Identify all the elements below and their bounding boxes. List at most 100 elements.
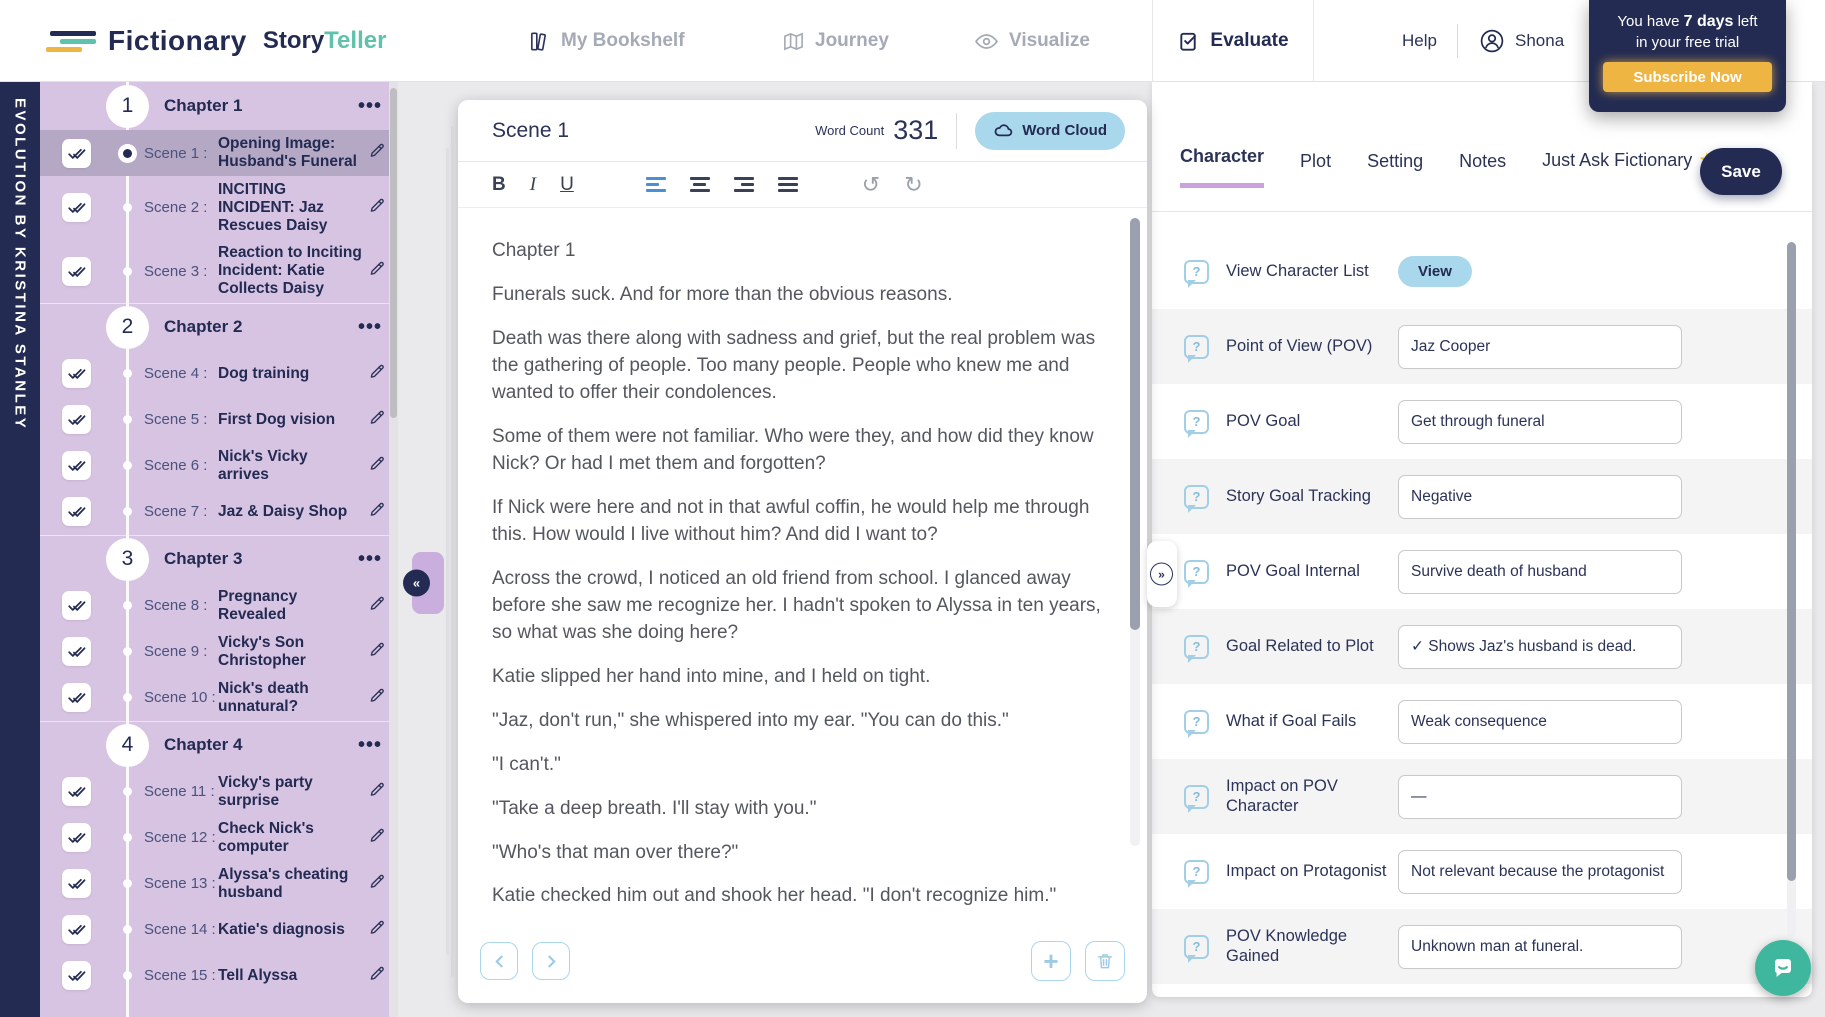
scene-checkbox[interactable] bbox=[62, 193, 91, 222]
help-tooltip-icon[interactable]: ? bbox=[1184, 860, 1209, 884]
scene-row[interactable]: Scene 9 :Vicky's Son Christopher bbox=[40, 629, 398, 675]
collapse-sidebar-toggle[interactable]: « bbox=[412, 552, 444, 614]
scene-checkbox[interactable] bbox=[62, 961, 91, 990]
help-tooltip-icon[interactable]: ? bbox=[1184, 560, 1209, 584]
scene-edit-button[interactable] bbox=[368, 408, 386, 431]
underline-button[interactable]: U bbox=[560, 174, 574, 196]
scene-row[interactable]: Scene 8 :Pregnancy Revealed bbox=[40, 583, 398, 629]
nav-user-menu[interactable]: Shona bbox=[1479, 0, 1564, 82]
nav-my-bookshelf[interactable]: My Bookshelf bbox=[528, 0, 685, 82]
scene-checkbox[interactable] bbox=[62, 915, 91, 944]
scene-edit-button[interactable] bbox=[368, 142, 386, 165]
italic-button[interactable]: I bbox=[530, 174, 536, 196]
scene-row[interactable]: Scene 6 :Nick's Vicky arrives bbox=[40, 443, 398, 489]
scene-row[interactable]: Scene 4 :Dog training bbox=[40, 351, 398, 397]
justify-button[interactable] bbox=[778, 177, 798, 192]
manuscript-text[interactable]: Chapter 1Funerals suck. And for more tha… bbox=[458, 210, 1121, 919]
scene-row[interactable]: Scene 11 :Vicky's party surprise bbox=[40, 769, 398, 815]
scene-checkbox[interactable] bbox=[62, 139, 91, 168]
scene-edit-button[interactable] bbox=[368, 500, 386, 523]
next-scene-button[interactable] bbox=[532, 942, 570, 980]
scene-edit-button[interactable] bbox=[368, 640, 386, 663]
scene-row[interactable]: Scene 5 :First Dog vision bbox=[40, 397, 398, 443]
tab-notes[interactable]: Notes bbox=[1459, 151, 1506, 188]
scene-edit-button[interactable] bbox=[368, 780, 386, 803]
word-cloud-button[interactable]: Word Cloud bbox=[975, 112, 1125, 150]
scene-edit-button[interactable] bbox=[368, 196, 386, 219]
field-input[interactable] bbox=[1398, 850, 1682, 894]
sidebar-scrollbar[interactable] bbox=[389, 82, 398, 1017]
scene-row[interactable]: Scene 2 :INCITING INCIDENT: Jaz Rescues … bbox=[40, 176, 398, 239]
scene-row[interactable]: Scene 15 :Tell Alyssa bbox=[40, 953, 398, 999]
nav-journey[interactable]: Journey bbox=[782, 0, 889, 82]
scene-edit-button[interactable] bbox=[368, 686, 386, 709]
help-tooltip-icon[interactable]: ? bbox=[1184, 635, 1209, 659]
bold-button[interactable]: B bbox=[492, 174, 506, 196]
scene-edit-button[interactable] bbox=[368, 964, 386, 987]
sidebar-scrollbar-thumb[interactable] bbox=[390, 88, 397, 418]
subscribe-now-button[interactable]: Subscribe Now bbox=[1603, 62, 1772, 92]
scene-checkbox[interactable] bbox=[62, 823, 91, 852]
nav-help[interactable]: Help bbox=[1402, 0, 1437, 82]
view-character-list-button[interactable]: View bbox=[1398, 256, 1472, 287]
tab-setting[interactable]: Setting bbox=[1367, 151, 1423, 188]
chapter-row[interactable]: 4Chapter 4••• bbox=[40, 721, 398, 769]
brand[interactable]: Fictionary StoryTeller bbox=[46, 0, 386, 82]
align-center-button[interactable] bbox=[690, 177, 710, 192]
panel-scrollbar[interactable] bbox=[1787, 242, 1796, 937]
field-input[interactable] bbox=[1398, 325, 1682, 369]
field-input[interactable] bbox=[1398, 550, 1682, 594]
scene-row[interactable]: Scene 13 :Alyssa's cheating husband bbox=[40, 861, 398, 907]
scene-checkbox[interactable] bbox=[62, 869, 91, 898]
add-scene-button[interactable]: + bbox=[1031, 941, 1071, 981]
collapse-panel-toggle[interactable]: » bbox=[1147, 541, 1177, 607]
scene-checkbox[interactable] bbox=[62, 591, 91, 620]
chapter-row[interactable]: 1Chapter 1••• bbox=[40, 82, 398, 130]
scene-edit-button[interactable] bbox=[368, 594, 386, 617]
align-right-button[interactable] bbox=[734, 177, 754, 192]
scene-row[interactable]: Scene 10 :Nick's death unnatural? bbox=[40, 675, 398, 721]
chapter-menu-button[interactable]: ••• bbox=[358, 101, 382, 111]
scene-checkbox[interactable] bbox=[62, 683, 91, 712]
tab-plot[interactable]: Plot bbox=[1300, 151, 1331, 188]
help-tooltip-icon[interactable]: ? bbox=[1184, 335, 1209, 359]
help-tooltip-icon[interactable]: ? bbox=[1184, 710, 1209, 734]
field-input[interactable] bbox=[1398, 775, 1682, 819]
nav-visualize[interactable]: Visualize bbox=[974, 0, 1090, 82]
help-tooltip-icon[interactable]: ? bbox=[1184, 785, 1209, 809]
scene-checkbox[interactable] bbox=[62, 257, 91, 286]
chapter-menu-button[interactable]: ••• bbox=[358, 740, 382, 750]
editor-scrollbar[interactable] bbox=[1130, 218, 1140, 846]
scene-edit-button[interactable] bbox=[368, 826, 386, 849]
help-tooltip-icon[interactable]: ? bbox=[1184, 485, 1209, 509]
scene-checkbox[interactable] bbox=[62, 637, 91, 666]
scene-row-selected[interactable]: Scene 1 :Opening Image: Husband's Funera… bbox=[40, 130, 398, 176]
help-tooltip-icon[interactable]: ? bbox=[1184, 260, 1209, 284]
save-button[interactable]: Save bbox=[1700, 148, 1782, 195]
scene-checkbox[interactable] bbox=[62, 359, 91, 388]
help-tooltip-icon[interactable]: ? bbox=[1184, 935, 1209, 959]
scene-checkbox[interactable] bbox=[62, 497, 91, 526]
field-input[interactable] bbox=[1398, 700, 1682, 744]
scene-row[interactable]: Scene 7 :Jaz & Daisy Shop bbox=[40, 489, 398, 535]
previous-scene-button[interactable] bbox=[480, 942, 518, 980]
scene-edit-button[interactable] bbox=[368, 872, 386, 895]
field-input[interactable] bbox=[1398, 475, 1682, 519]
field-input[interactable] bbox=[1398, 400, 1682, 444]
scene-edit-button[interactable] bbox=[368, 454, 386, 477]
undo-button[interactable]: ↺ bbox=[862, 172, 880, 198]
scene-edit-button[interactable] bbox=[368, 362, 386, 385]
delete-scene-button[interactable] bbox=[1085, 941, 1125, 981]
chapter-menu-button[interactable]: ••• bbox=[358, 554, 382, 564]
scene-row[interactable]: Scene 12 :Check Nick's computer bbox=[40, 815, 398, 861]
support-chat-button[interactable] bbox=[1755, 940, 1811, 996]
redo-button[interactable]: ↻ bbox=[904, 172, 922, 198]
field-input[interactable] bbox=[1398, 925, 1682, 969]
scene-edit-button[interactable] bbox=[368, 260, 386, 283]
tab-character[interactable]: Character bbox=[1180, 146, 1264, 188]
scene-row[interactable]: Scene 14 :Katie's diagnosis bbox=[40, 907, 398, 953]
panel-scrollbar-thumb[interactable] bbox=[1787, 242, 1796, 881]
editor-scrollbar-thumb[interactable] bbox=[1130, 218, 1140, 630]
align-left-button[interactable] bbox=[646, 177, 666, 192]
scene-row[interactable]: Scene 3 :Reaction to Inciting Incident: … bbox=[40, 239, 398, 302]
